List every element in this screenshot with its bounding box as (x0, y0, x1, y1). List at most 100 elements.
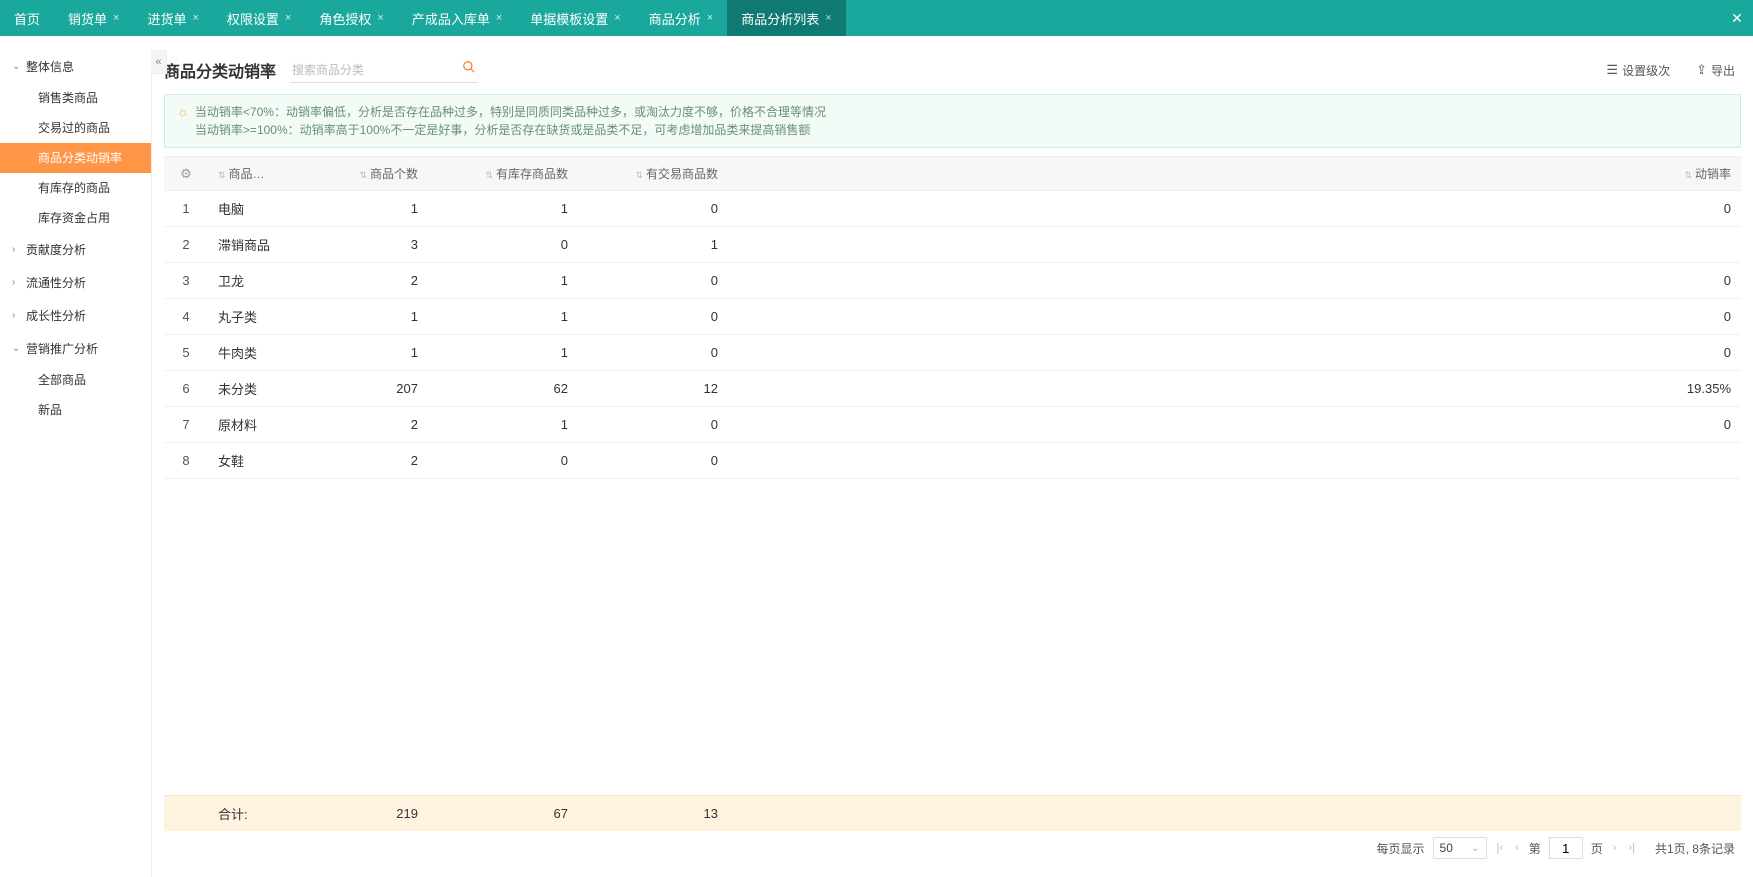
row-count: 2 (298, 407, 428, 443)
tab[interactable]: 销货单 × (54, 0, 133, 36)
sidebar-item[interactable]: 全部商品 (0, 365, 151, 395)
tab-label: 单据模板设置 (530, 9, 608, 28)
tab-label: 首页 (14, 9, 40, 28)
close-icon[interactable]: × (707, 12, 713, 24)
sidebar-group-title[interactable]: ⌄营销推广分析 (0, 332, 151, 365)
total-traded: 13 (578, 806, 728, 821)
tab[interactable]: 商品分析列表 × (727, 0, 845, 36)
close-icon[interactable]: × (496, 12, 502, 24)
row-index: 6 (164, 371, 208, 407)
sidebar-group-title[interactable]: ›贡献度分析 (0, 233, 151, 266)
total-count: 219 (298, 806, 428, 821)
sort-icon: ⇅ (1684, 170, 1692, 180)
tab[interactable]: 进货单× (133, 0, 212, 36)
close-icon[interactable]: × (614, 12, 620, 24)
chevron-right-icon: › (12, 244, 24, 255)
top-tabbar: 首页销货单×进货单×权限设置×角色授权×产成品入库单×单据模板设置×商品分析×商… (0, 0, 1753, 36)
row-name: 电脑 (208, 191, 298, 227)
page-pre: 第 (1529, 840, 1541, 857)
table-row[interactable]: 5牛肉类1100 (164, 335, 1741, 371)
row-stock: 1 (428, 263, 578, 299)
sidebar-item[interactable]: 库存资金占用 (0, 203, 151, 233)
first-page-button[interactable]: |‹ (1495, 842, 1506, 854)
row-rate: 0 (728, 263, 1741, 299)
page-post: 页 (1591, 840, 1603, 857)
col-traded[interactable]: ⇅有交易商品数 (578, 157, 728, 191)
close-icon[interactable]: × (285, 12, 291, 24)
tip-line-1: 当动销率<70%：动销率偏低，分析是否存在品种过多，特别是同质同类品种过多，或淘… (195, 103, 826, 121)
tab[interactable]: 单据模板设置 × (516, 0, 634, 36)
tab[interactable]: 首页 (0, 0, 54, 36)
close-icon[interactable]: × (825, 12, 831, 24)
tab-label: 权限设置 (227, 9, 279, 28)
table-row[interactable]: 1电脑1100 (164, 191, 1741, 227)
page-input[interactable] (1549, 837, 1583, 859)
tab[interactable]: 权限设置 × (213, 0, 305, 36)
info-tip: ☼ 当动销率<70%：动销率偏低，分析是否存在品种过多，特别是同质同类品种过多，… (164, 94, 1741, 148)
sidebar-group-title[interactable]: ›流通性分析 (0, 266, 151, 299)
table-row[interactable]: 2滞销商品301 (164, 227, 1741, 263)
set-level-button[interactable]: ☰ 设置级次 (1600, 62, 1676, 79)
total-stock: 67 (428, 806, 578, 821)
sidebar-group-label: 流通性分析 (26, 274, 86, 291)
row-stock: 0 (428, 443, 578, 479)
sidebar-item[interactable]: 交易过的商品 (0, 113, 151, 143)
row-traded: 0 (578, 335, 728, 371)
sort-icon: ⇅ (359, 170, 367, 180)
collapse-sidebar-button[interactable]: « (151, 50, 167, 74)
data-table: ⚙ ⇅商品… ⇅商品个数 ⇅有库存商品数 ⇅有交易商品数 ⇅动销率 1电脑110… (164, 157, 1741, 479)
sidebar-item[interactable]: 商品分类动销率 (0, 143, 151, 173)
table-row[interactable]: 7原材料2100 (164, 407, 1741, 443)
last-page-button[interactable]: ›| (1626, 842, 1637, 854)
row-stock: 1 (428, 407, 578, 443)
sidebar-group-title[interactable]: ⌄整体信息 (0, 50, 151, 83)
page-title: 商品分类动销率 (164, 58, 276, 82)
row-index: 5 (164, 335, 208, 371)
sidebar-item[interactable]: 有库存的商品 (0, 173, 151, 203)
tab[interactable]: 角色授权× (305, 0, 397, 36)
close-all-tabs-button[interactable]: ✕ (1721, 0, 1753, 36)
close-icon[interactable]: × (192, 12, 198, 24)
row-index: 7 (164, 407, 208, 443)
sidebar-item[interactable]: 新品 (0, 395, 151, 425)
prev-page-button[interactable]: ‹ (1513, 842, 1521, 854)
row-traded: 12 (578, 371, 728, 407)
col-stock[interactable]: ⇅有库存商品数 (428, 157, 578, 191)
sidebar-group-label: 营销推广分析 (26, 340, 98, 357)
table-row[interactable]: 8女鞋200 (164, 443, 1741, 479)
col-rate[interactable]: ⇅动销率 (728, 157, 1741, 191)
tab[interactable]: 产成品入库单 × (398, 0, 516, 36)
column-settings[interactable]: ⚙ (164, 157, 208, 191)
table-row[interactable]: 3卫龙2100 (164, 263, 1741, 299)
sidebar-item[interactable]: 销售类商品 (0, 83, 151, 113)
chevron-down-icon: ⌄ (12, 343, 24, 354)
next-page-button[interactable]: › (1611, 842, 1619, 854)
search-wrap (290, 57, 478, 83)
col-count[interactable]: ⇅商品个数 (298, 157, 428, 191)
export-icon: ⇪ (1696, 62, 1707, 78)
col-name[interactable]: ⇅商品… (208, 157, 298, 191)
sidebar-group-label: 成长性分析 (26, 307, 86, 324)
tab-label: 商品分析列表 (741, 9, 819, 28)
close-icon[interactable]: × (377, 12, 383, 24)
row-stock: 62 (428, 371, 578, 407)
total-label: 合计: (208, 804, 298, 823)
table-row[interactable]: 4丸子类1100 (164, 299, 1741, 335)
row-traded: 0 (578, 191, 728, 227)
tab[interactable]: 商品分析× (635, 0, 727, 36)
sidebar-group-title[interactable]: ›成长性分析 (0, 299, 151, 332)
tab-label: 销货单 (68, 9, 107, 28)
row-index: 4 (164, 299, 208, 335)
tab-label: 产成品入库单 (412, 9, 490, 28)
search-icon[interactable] (462, 60, 476, 77)
search-input[interactable] (290, 57, 478, 83)
row-stock: 1 (428, 335, 578, 371)
export-button[interactable]: ⇪ 导出 (1690, 62, 1741, 79)
row-stock: 1 (428, 191, 578, 227)
totals-row: 合计: 219 67 13 (164, 795, 1741, 831)
row-traded: 0 (578, 299, 728, 335)
close-icon[interactable]: × (113, 12, 119, 24)
per-page-select[interactable]: 50 ⌄ (1433, 837, 1487, 859)
lightbulb-icon: ☼ (177, 103, 189, 121)
table-row[interactable]: 6未分类207621219.35% (164, 371, 1741, 407)
